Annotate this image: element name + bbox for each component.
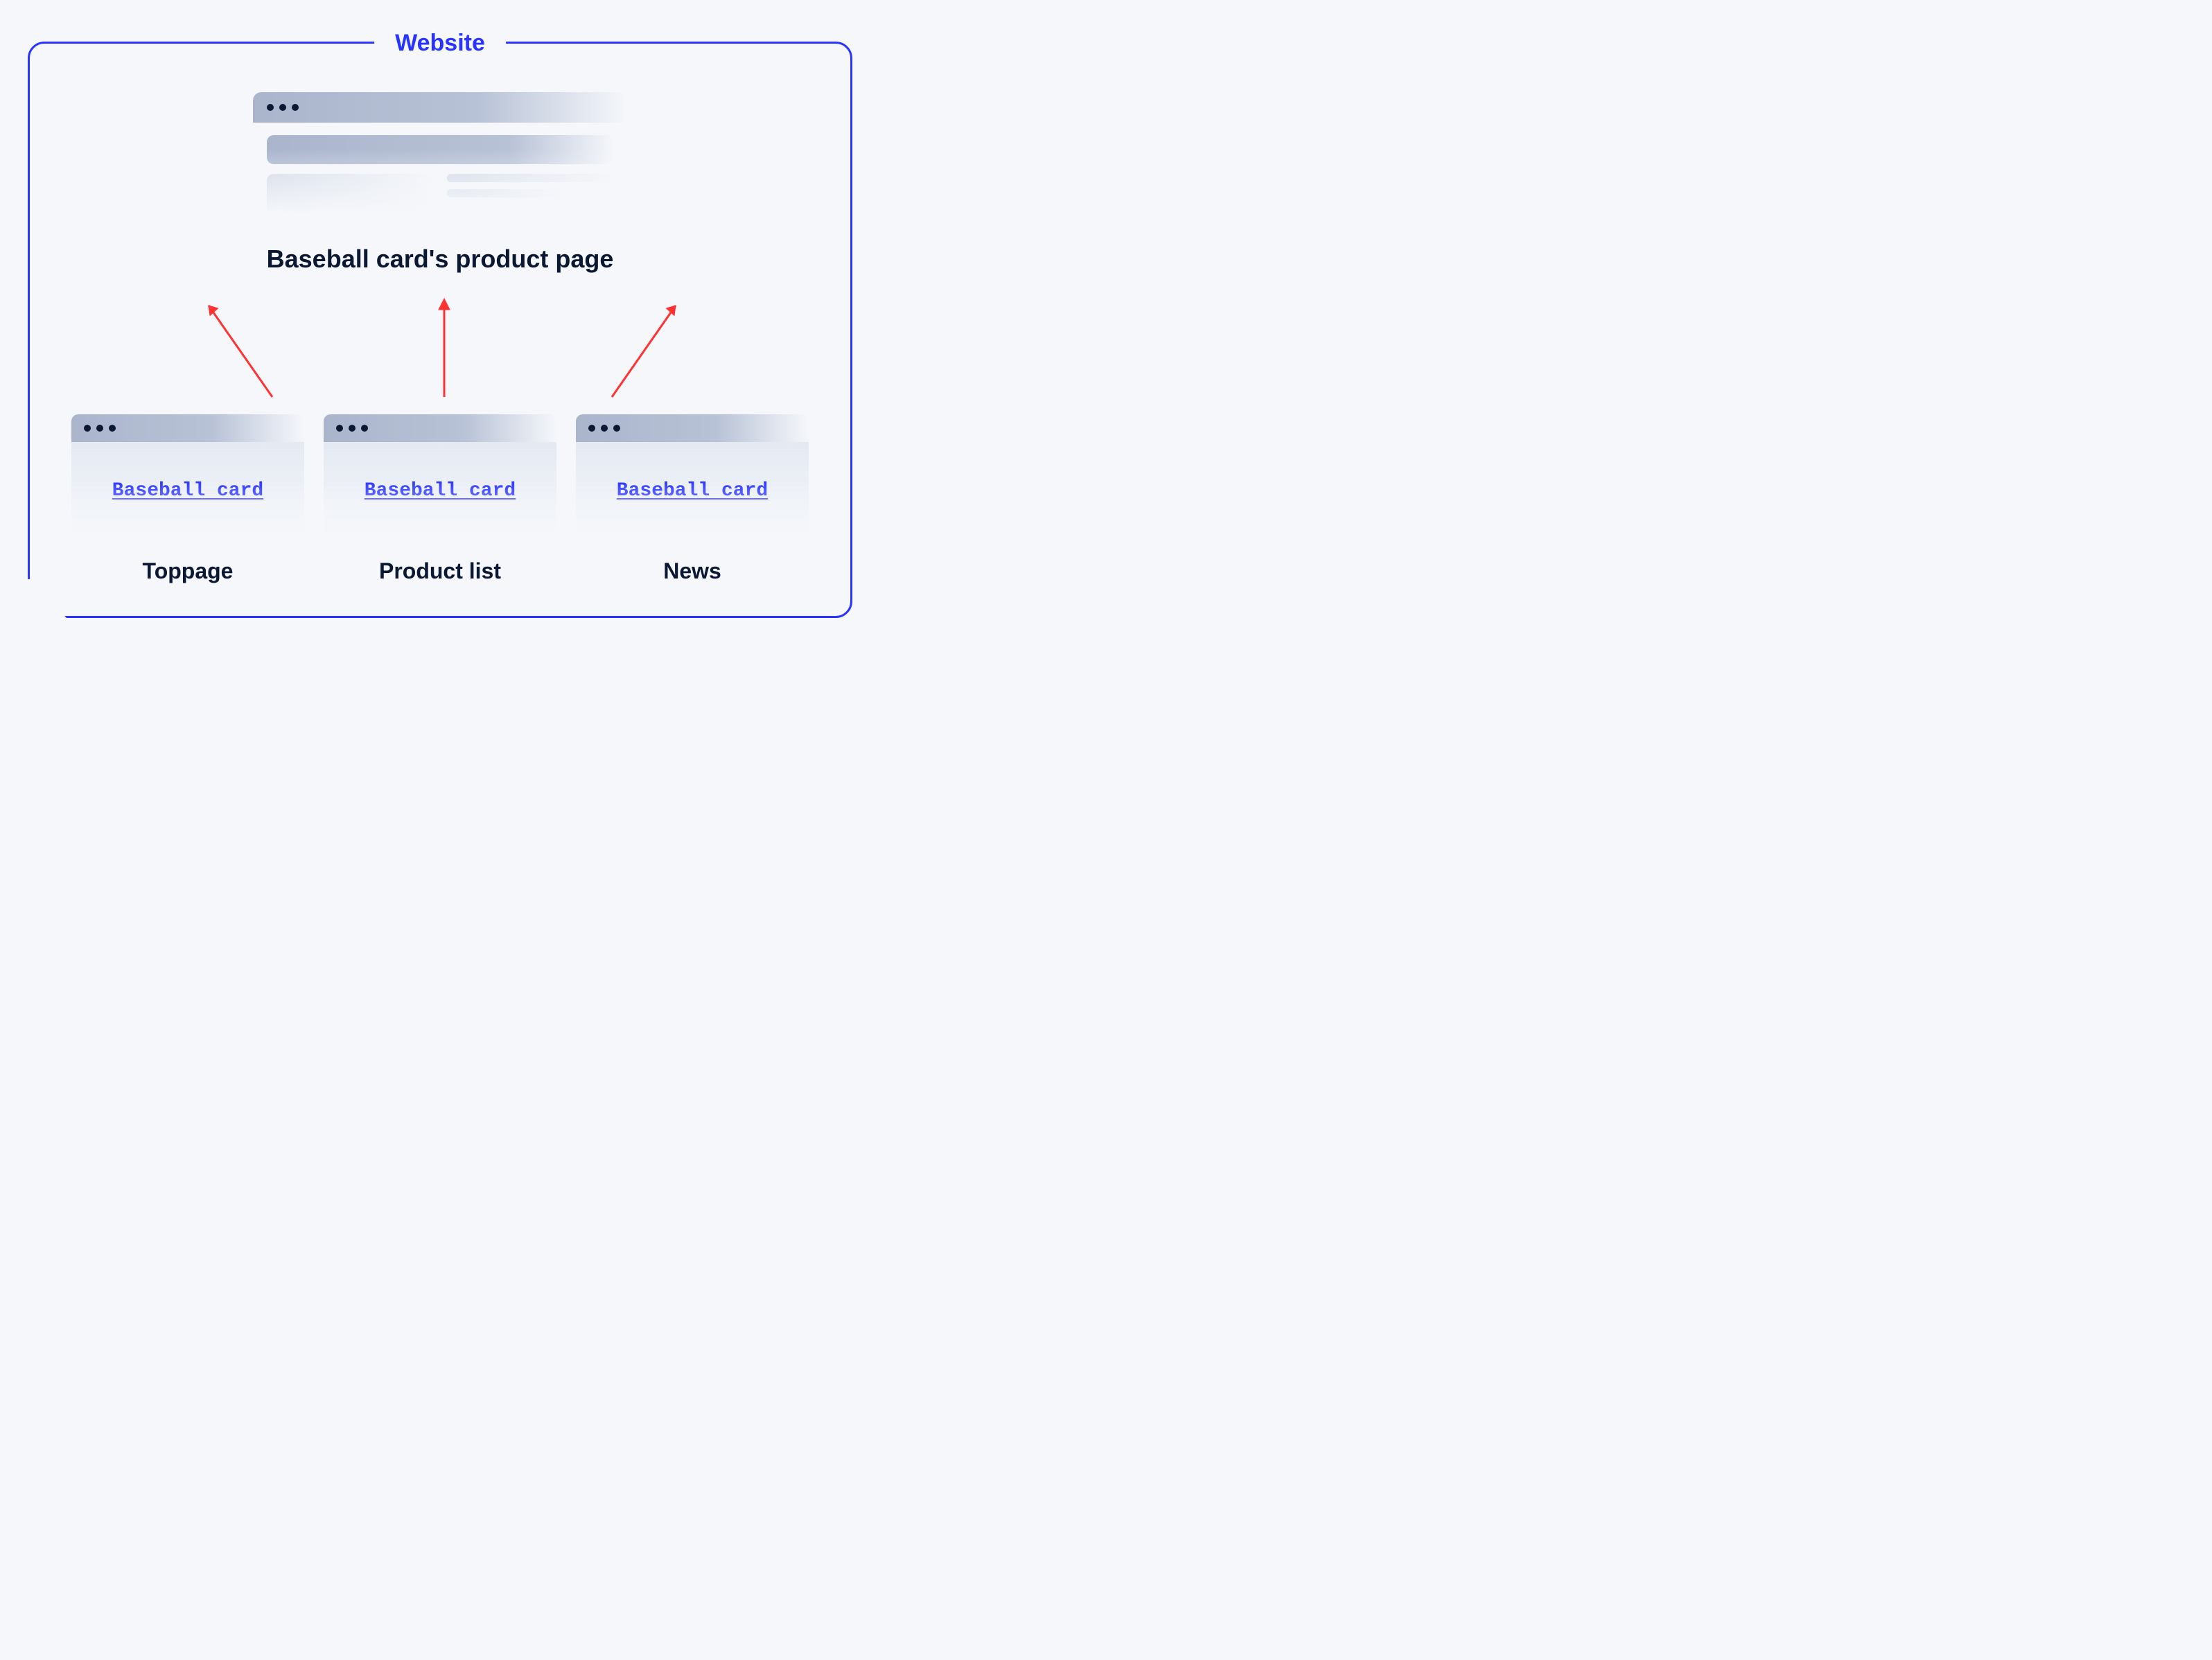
browser-chrome	[71, 414, 304, 442]
content-bar	[267, 135, 613, 164]
window-dot-icon	[613, 425, 620, 432]
content-line	[447, 174, 613, 182]
browser-chrome	[253, 92, 627, 123]
window-dot-icon	[109, 425, 116, 432]
browser-chrome	[324, 414, 556, 442]
source-pages-row: Baseball card Toppage Baseball card Prod…	[71, 414, 809, 584]
link-text[interactable]: Baseball card	[112, 480, 263, 502]
arrow-icon	[430, 293, 458, 404]
window-dot-icon	[601, 425, 608, 432]
target-page-label: Baseball card's product page	[267, 245, 614, 274]
source-page-product-list: Baseball card Product list	[324, 414, 556, 584]
window-dot-icon	[279, 104, 286, 111]
link-text[interactable]: Baseball card	[365, 480, 516, 502]
window-dot-icon	[361, 425, 368, 432]
browser-body: Baseball card	[576, 442, 809, 539]
arrow-icon	[196, 293, 279, 404]
source-page-news: Baseball card News	[576, 414, 809, 584]
content-thumbnail	[267, 174, 433, 213]
frame-title-wrap: Website	[374, 30, 506, 57]
source-label: Toppage	[143, 558, 234, 584]
source-page-toppage: Baseball card Toppage	[71, 414, 304, 584]
window-dot-icon	[336, 425, 343, 432]
window-dot-icon	[292, 104, 299, 111]
source-label: Product list	[379, 558, 501, 584]
website-frame: Website Baseball card's product p	[28, 42, 852, 618]
browser-chrome	[576, 414, 809, 442]
window-dot-icon	[84, 425, 91, 432]
window-dot-icon	[96, 425, 103, 432]
target-page-browser	[253, 92, 627, 213]
content-line	[447, 189, 563, 197]
link-text[interactable]: Baseball card	[617, 480, 768, 502]
browser-body	[253, 123, 627, 213]
window-dot-icon	[588, 425, 595, 432]
browser-body: Baseball card	[324, 442, 556, 539]
frame-title: Website	[395, 30, 485, 56]
window-dot-icon	[349, 425, 356, 432]
browser-body: Baseball card	[71, 442, 304, 539]
arrow-icon	[605, 293, 688, 404]
source-label: News	[663, 558, 721, 584]
window-dot-icon	[267, 104, 274, 111]
